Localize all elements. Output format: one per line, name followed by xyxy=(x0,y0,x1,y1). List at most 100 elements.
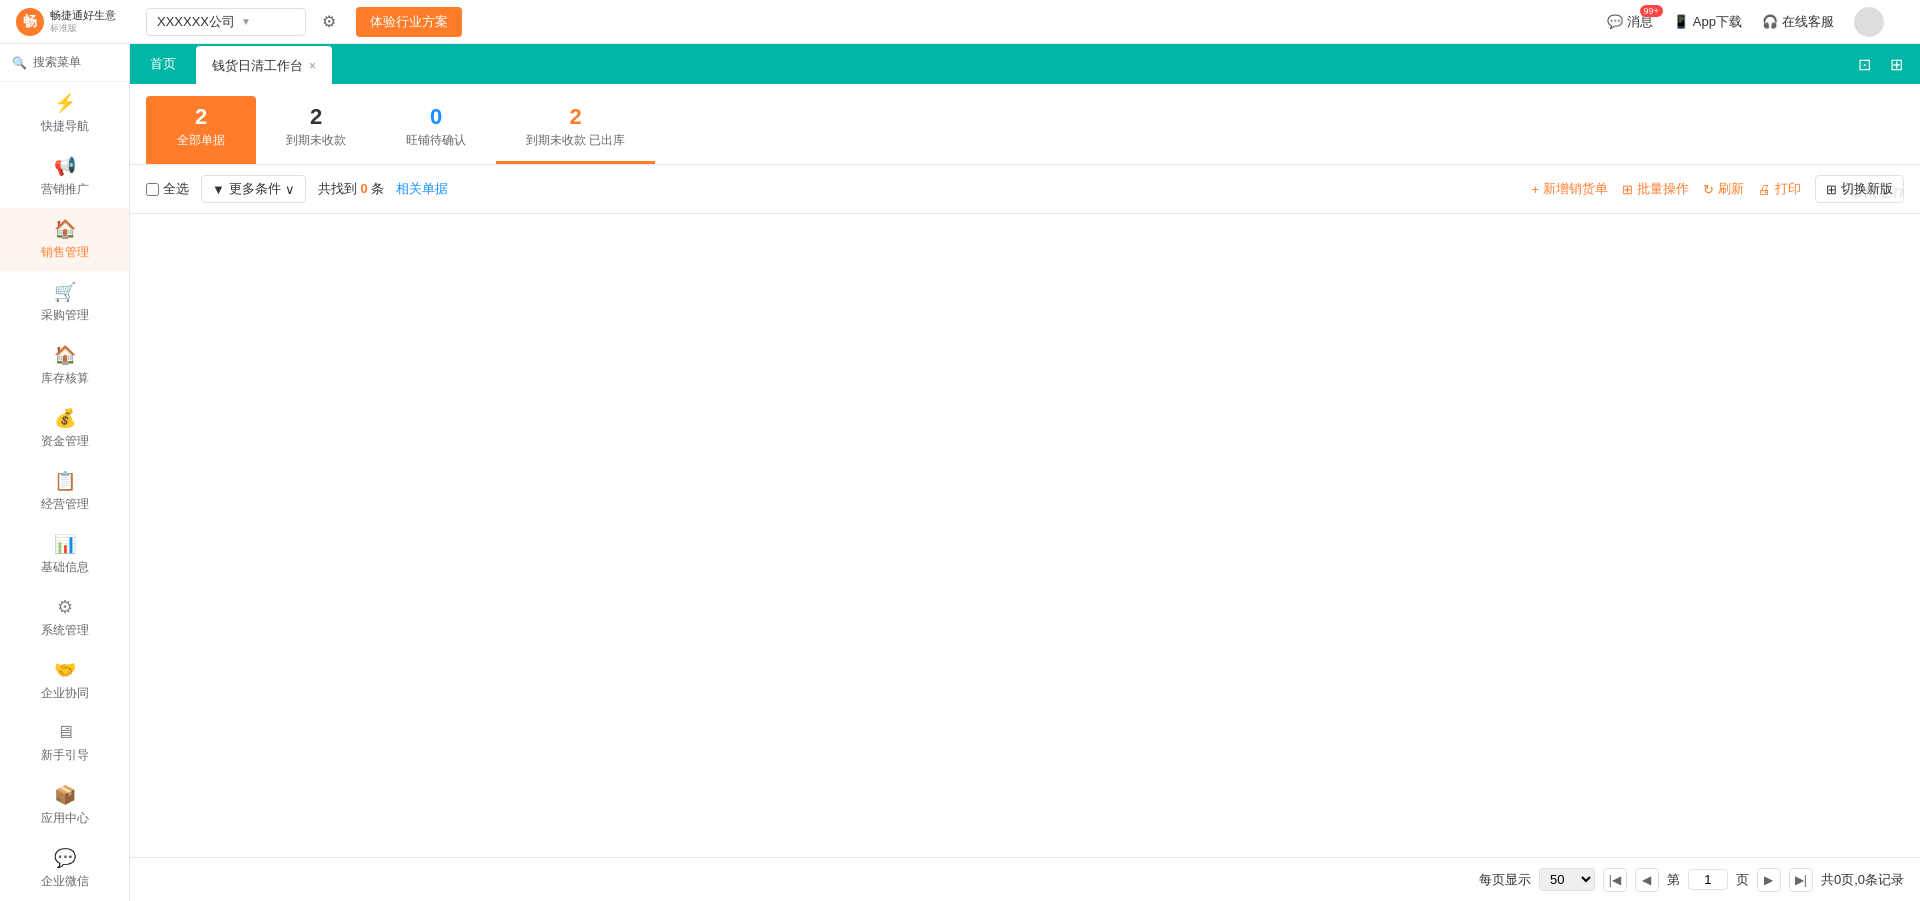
top-header: 畅 畅捷通好生意 标准版 XXXXXX公司 ▼ ⚙ 体验行业方案 💬 消息 99… xyxy=(0,0,1920,44)
basic-info-label: 基础信息 xyxy=(41,559,89,576)
select-all-checkbox[interactable]: 全选 xyxy=(146,180,189,198)
cooperation-label: 企业协同 xyxy=(41,685,89,702)
found-prefix: 共找到 xyxy=(318,181,357,196)
stat-tab-overdue-shipped[interactable]: 2 到期未收款 已出库 xyxy=(496,96,655,164)
last-page-button[interactable]: ▶| xyxy=(1789,868,1813,892)
found-unit: 条 xyxy=(371,181,384,196)
tab-bar: 首页 钱货日清工作台 × ⊡ ⊞ xyxy=(130,44,1920,84)
marketing-label: 营销推广 xyxy=(41,181,89,198)
trial-button[interactable]: 体验行业方案 xyxy=(356,7,462,37)
app-download-button[interactable]: 📱 App下载 xyxy=(1673,13,1742,31)
sidebar-item-weixin[interactable]: 💬 企业微信 xyxy=(0,837,129,900)
switch-icon: ⊞ xyxy=(1826,182,1837,197)
tab-minimize-button[interactable]: ⊡ xyxy=(1852,52,1876,76)
select-all-input[interactable] xyxy=(146,183,159,196)
sidebar-item-purchase[interactable]: 🛒 采购管理 xyxy=(0,271,129,334)
sidebar-item-marketing[interactable]: 📢 营销推广 xyxy=(0,145,129,208)
sidebar-item-operation[interactable]: 📋 经营管理 xyxy=(0,460,129,523)
add-icon: + xyxy=(1531,182,1539,197)
settings-button[interactable]: ⚙ xyxy=(314,7,344,37)
home-tab-label: 首页 xyxy=(150,55,176,73)
sidebar-item-finance[interactable]: 💰 资金管理 xyxy=(0,397,129,460)
search-icon: 🔍 xyxy=(12,56,27,70)
logo-icon: 畅 xyxy=(16,8,44,36)
stat-all-num: 2 xyxy=(195,104,207,130)
refresh-icon: ↻ xyxy=(1703,182,1714,197)
tab-bar-actions: ⊡ ⊞ xyxy=(1852,52,1920,76)
inventory-icon: 🏠 xyxy=(54,344,76,366)
main-content: 首页 钱货日清工作台 × ⊡ ⊞ 2 全部单据 2 到期未收款 xyxy=(130,44,1920,901)
purchase-icon: 🛒 xyxy=(54,281,76,303)
header-right: 💬 消息 99+ 📱 App下载 🎧 在线客服 xyxy=(1607,7,1904,37)
stat-pending-num: 0 xyxy=(430,104,442,130)
filter-button[interactable]: ▼ 更多条件 ∨ xyxy=(201,175,306,203)
sidebar-item-cooperation[interactable]: 🤝 企业协同 xyxy=(0,649,129,712)
per-page-select[interactable]: 50 100 200 xyxy=(1539,868,1595,891)
sidebar-item-quick-nav[interactable]: ⚡ 快捷导航 xyxy=(0,82,129,145)
batch-label: 批量操作 xyxy=(1637,180,1689,198)
total-records: 共0页,0条记录 xyxy=(1821,871,1904,889)
stat-overdue-shipped-num: 2 xyxy=(570,104,582,130)
basic-info-icon: 📊 xyxy=(54,533,76,555)
sidebar-item-guide[interactable]: 🖥 新手引导 xyxy=(0,712,129,774)
found-count: 0 xyxy=(361,181,368,196)
quick-nav-label: 快捷导航 xyxy=(41,118,89,135)
sidebar-item-sales[interactable]: 🏠 销售管理 xyxy=(0,208,129,271)
page-text: 第 xyxy=(1667,871,1680,889)
refresh-button[interactable]: ↻ 刷新 xyxy=(1703,180,1744,198)
filter-icon: ▼ xyxy=(212,182,225,197)
search-label: 搜索菜单 xyxy=(33,54,81,71)
first-page-button[interactable]: |◀ xyxy=(1603,868,1627,892)
add-label: 新增销货单 xyxy=(1543,180,1608,198)
sidebar-item-basic-info[interactable]: 📊 基础信息 xyxy=(0,523,129,586)
refresh-label: 刷新 xyxy=(1718,180,1744,198)
stat-tab-overdue[interactable]: 2 到期未收款 xyxy=(256,96,376,164)
purchase-label: 采购管理 xyxy=(41,307,89,324)
per-page-label: 每页显示 xyxy=(1479,871,1531,889)
quick-nav-icon: ⚡ xyxy=(54,92,76,114)
add-sales-button[interactable]: + 新增销货单 xyxy=(1531,180,1608,198)
pagination-bar: 每页显示 50 100 200 |◀ ◀ 第 页 ▶ ▶| 共0页,0条记录 xyxy=(130,857,1920,901)
online-service-button[interactable]: 🎧 在线客服 xyxy=(1762,13,1834,31)
stat-tab-all[interactable]: 2 全部单据 xyxy=(146,96,256,164)
operation-label: 经营管理 xyxy=(41,496,89,513)
marketing-icon: 📢 xyxy=(54,155,76,177)
stat-tab-pending[interactable]: 0 旺铺待确认 xyxy=(376,96,496,164)
tab-home[interactable]: 首页 xyxy=(130,44,196,84)
switch-version-button[interactable]: ⊞ 切换新版 xyxy=(1815,175,1904,203)
tab-active[interactable]: 钱货日清工作台 × xyxy=(196,46,332,86)
inventory-label: 库存核算 xyxy=(41,370,89,387)
active-tab-label: 钱货日清工作台 xyxy=(212,57,303,75)
stats-tabs: 2 全部单据 2 到期未收款 0 旺铺待确认 2 到期未收款 已出库 xyxy=(130,84,1920,165)
app-download-label: App下载 xyxy=(1693,13,1742,31)
company-dropdown-icon: ▼ xyxy=(241,16,251,27)
filter-label: 更多条件 xyxy=(229,180,281,198)
guide-label: 新手引导 xyxy=(41,747,89,764)
prev-page-button[interactable]: ◀ xyxy=(1635,868,1659,892)
related-link[interactable]: 相关单据 xyxy=(396,180,448,198)
logo-text: 畅捷通好生意 标准版 xyxy=(50,8,116,35)
company-selector[interactable]: XXXXXX公司 ▼ xyxy=(146,8,306,36)
page-input[interactable] xyxy=(1688,869,1728,890)
sidebar-search[interactable]: 🔍 搜索菜单 xyxy=(0,44,129,82)
online-service-label: 在线客服 xyxy=(1782,13,1834,31)
message-button[interactable]: 💬 消息 99+ xyxy=(1607,13,1653,31)
phone-icon: 📱 xyxy=(1673,14,1689,29)
tab-expand-button[interactable]: ⊞ xyxy=(1884,52,1908,76)
table-area xyxy=(130,214,1920,857)
message-badge: 99+ xyxy=(1640,5,1663,17)
print-button[interactable]: 🖨 打印 xyxy=(1758,180,1801,198)
company-name: XXXXXX公司 xyxy=(157,13,235,31)
batch-operation-button[interactable]: ⊞ 批量操作 xyxy=(1622,180,1689,198)
stat-overdue-label: 到期未收款 xyxy=(286,132,346,149)
sidebar-item-app-center[interactable]: 📦 应用中心 xyxy=(0,774,129,837)
sidebar-item-inventory[interactable]: 🏠 库存核算 xyxy=(0,334,129,397)
page-text2: 页 xyxy=(1736,871,1749,889)
app-center-label: 应用中心 xyxy=(41,810,89,827)
select-all-label: 全选 xyxy=(163,180,189,198)
next-page-button[interactable]: ▶ xyxy=(1757,868,1781,892)
sidebar-item-system[interactable]: ⚙ 系统管理 xyxy=(0,586,129,649)
avatar[interactable] xyxy=(1854,7,1884,37)
finance-label: 资金管理 xyxy=(41,433,89,450)
tab-close-icon[interactable]: × xyxy=(309,59,316,73)
